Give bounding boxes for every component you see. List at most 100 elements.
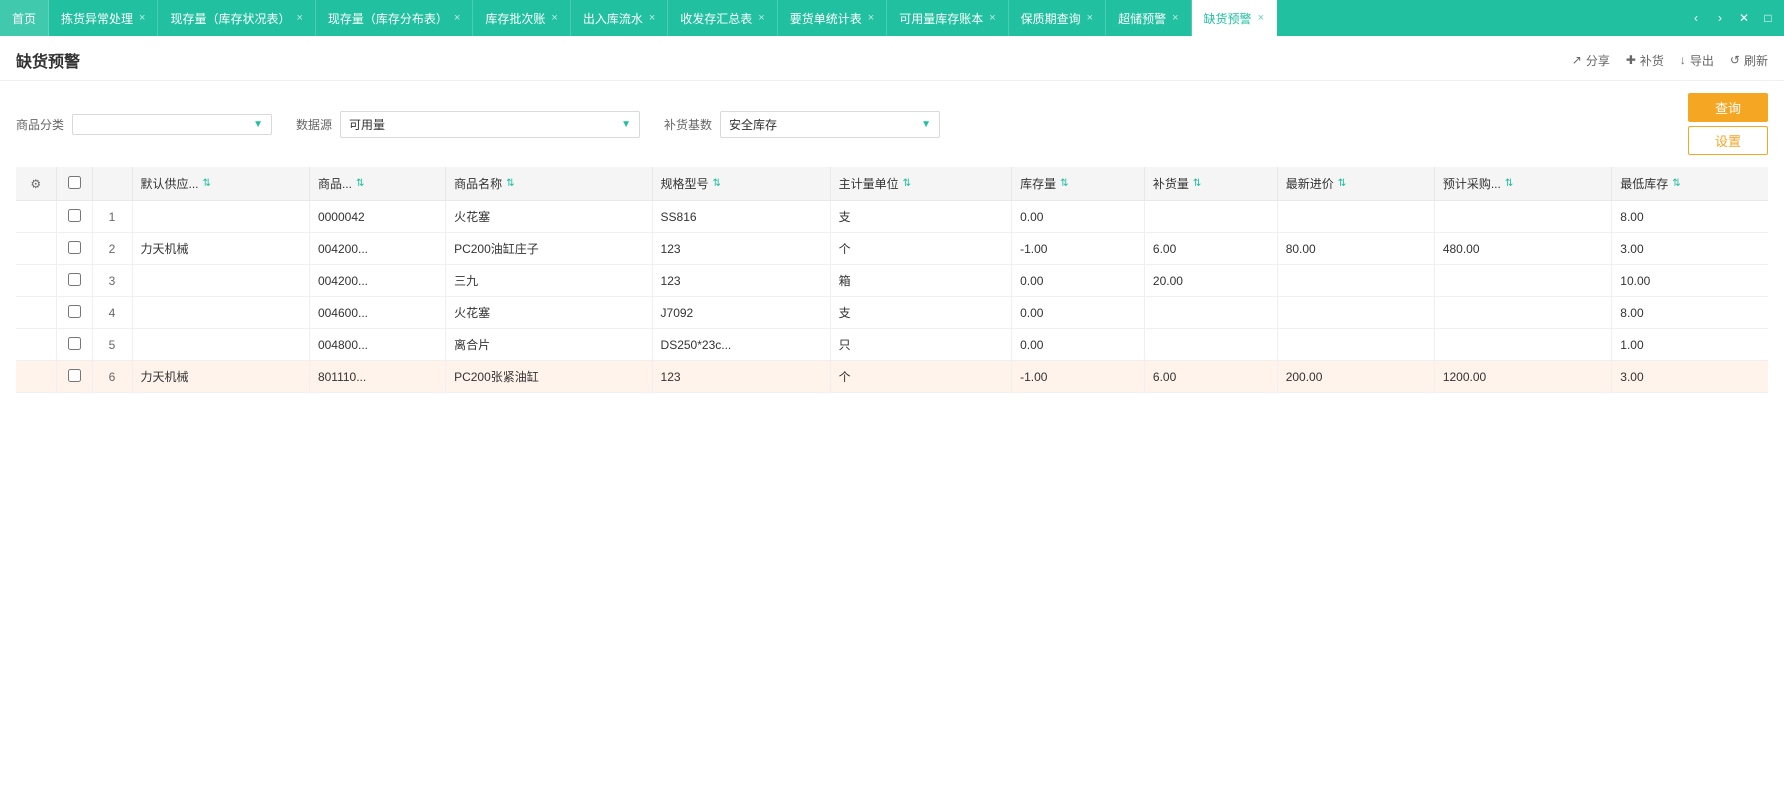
row-est-purchase <box>1434 329 1611 361</box>
data-table: ⚙ 默认供应... ⇅ 商品... <box>16 167 1768 393</box>
row-checkbox-cell <box>56 329 92 361</box>
row-stock: 0.00 <box>1012 265 1145 297</box>
refresh-button[interactable]: ↺ 刷新 <box>1730 52 1768 69</box>
row-checkbox[interactable] <box>68 273 81 286</box>
settings-gear-icon[interactable]: ⚙ <box>30 177 41 191</box>
row-checkbox-cell <box>56 201 92 233</box>
tab-scroll-right[interactable]: › <box>1708 6 1732 30</box>
datasource-arrow-icon: ▼ <box>621 119 631 130</box>
th-latest-price: 最新进价 ⇅ <box>1277 167 1434 201</box>
tab-close-all[interactable]: ✕ <box>1732 6 1756 30</box>
tab-close-stock-status[interactable]: × <box>296 12 302 24</box>
th-goods-name: 商品名称 ⇅ <box>446 167 652 201</box>
row-goods-code: 004600... <box>309 297 445 329</box>
row-replenish <box>1144 329 1277 361</box>
tab-close-shortage[interactable]: × <box>1258 12 1264 24</box>
row-checkbox[interactable] <box>68 241 81 254</box>
th-stock: 库存量 ⇅ <box>1012 167 1145 201</box>
row-settings-cell <box>16 233 56 265</box>
sort-goods-name-icon[interactable]: ⇅ <box>506 178 514 189</box>
th-checkbox <box>56 167 92 201</box>
basis-arrow-icon: ▼ <box>921 119 931 130</box>
row-unit: 个 <box>830 361 1012 393</box>
table-row: 5004800...离合片DS250*23c...只0.001.00 <box>16 329 1768 361</box>
basis-value: 安全库存 <box>729 116 777 133</box>
tab-inout[interactable]: 出入库流水× <box>571 0 668 36</box>
row-supplier <box>132 297 309 329</box>
share-icon: ↗ <box>1572 53 1582 67</box>
tab-close-exception[interactable]: × <box>139 12 145 24</box>
sort-replenish-icon[interactable]: ⇅ <box>1193 178 1201 189</box>
settings-button[interactable]: 设置 <box>1688 126 1768 155</box>
tab-close-collect[interactable]: × <box>758 12 764 24</box>
tab-close-inout[interactable]: × <box>649 12 655 24</box>
row-replenish <box>1144 297 1277 329</box>
tab-batch[interactable]: 库存批次账× <box>473 0 570 36</box>
tab-stock-status[interactable]: 现存量（库存状况表）× <box>158 0 315 36</box>
tab-exception[interactable]: 拣货异常处理 × <box>49 0 158 36</box>
row-goods-name: PC200油缸庄子 <box>446 233 652 265</box>
tab-scroll-left[interactable]: ‹ <box>1684 6 1708 30</box>
tab-close-stock-dist[interactable]: × <box>454 12 460 24</box>
row-replenish: 6.00 <box>1144 233 1277 265</box>
tab-close-demand[interactable]: × <box>868 12 874 24</box>
tab-overstock[interactable]: 超储预警× <box>1106 0 1191 36</box>
tab-home[interactable]: 首页 <box>0 0 49 36</box>
row-unit: 支 <box>830 297 1012 329</box>
sort-min-stock-icon[interactable]: ⇅ <box>1672 178 1680 189</box>
datasource-select[interactable]: 可用量 ▼ <box>340 111 640 138</box>
tab-maximize[interactable]: □ <box>1756 6 1780 30</box>
row-checkbox[interactable] <box>68 369 81 382</box>
tab-available[interactable]: 可用量库存账本 × <box>887 0 1008 36</box>
row-stock: 0.00 <box>1012 297 1145 329</box>
row-checkbox[interactable] <box>68 209 81 222</box>
page-header: 缺货预警 ↗ 分享 ✚ 补货 ↓ 导出 ↺ 刷新 <box>0 36 1784 81</box>
row-checkbox-cell <box>56 297 92 329</box>
tab-label-exception: 拣货异常处理 <box>61 10 133 27</box>
tab-close-batch[interactable]: × <box>551 12 557 24</box>
sort-goods-code-icon[interactable]: ⇅ <box>356 178 364 189</box>
row-checkbox-cell <box>56 233 92 265</box>
share-button[interactable]: ↗ 分享 <box>1572 52 1610 69</box>
category-select[interactable]: ▼ <box>72 114 272 135</box>
sort-spec-icon[interactable]: ⇅ <box>713 178 721 189</box>
basis-select[interactable]: 安全库存 ▼ <box>720 111 940 138</box>
sort-est-icon[interactable]: ⇅ <box>1505 178 1513 189</box>
sort-price-icon[interactable]: ⇅ <box>1338 178 1346 189</box>
tab-label-shortage: 缺货预警 <box>1204 10 1252 27</box>
row-supplier <box>132 201 309 233</box>
row-stock: -1.00 <box>1012 361 1145 393</box>
row-goods-code: 004800... <box>309 329 445 361</box>
tab-close-available[interactable]: × <box>989 12 995 24</box>
select-all-checkbox[interactable] <box>68 176 81 189</box>
sort-unit-icon[interactable]: ⇅ <box>903 178 911 189</box>
sort-stock-icon[interactable]: ⇅ <box>1060 178 1068 189</box>
sort-supplier-icon[interactable]: ⇅ <box>203 178 211 189</box>
row-unit: 支 <box>830 201 1012 233</box>
page-title: 缺货预警 <box>16 48 1572 72</box>
row-checkbox[interactable] <box>68 337 81 350</box>
row-checkbox[interactable] <box>68 305 81 318</box>
refresh-icon: ↺ <box>1730 53 1740 67</box>
tab-close-overstock[interactable]: × <box>1172 12 1178 24</box>
replenish-button[interactable]: ✚ 补货 <box>1626 52 1664 69</box>
row-goods-name: PC200张紧油缸 <box>446 361 652 393</box>
row-latest-price <box>1277 297 1434 329</box>
category-filter-group: 商品分类 ▼ <box>16 114 272 135</box>
th-unit: 主计量单位 ⇅ <box>830 167 1012 201</box>
tab-collect[interactable]: 收发存汇总表× <box>668 0 777 36</box>
tab-label-available: 可用量库存账本 <box>899 10 983 27</box>
th-settings: ⚙ <box>16 167 56 201</box>
tab-demand[interactable]: 要货单统计表× <box>778 0 887 36</box>
tab-shortage[interactable]: 缺货预警 × <box>1192 0 1277 36</box>
row-est-purchase <box>1434 201 1611 233</box>
tab-close-expiry[interactable]: × <box>1087 12 1093 24</box>
export-button[interactable]: ↓ 导出 <box>1680 52 1714 69</box>
tab-expiry[interactable]: 保质期查询× <box>1009 0 1106 36</box>
row-unit: 只 <box>830 329 1012 361</box>
row-replenish <box>1144 201 1277 233</box>
tab-stock-dist[interactable]: 现存量（库存分布表）× <box>316 0 473 36</box>
query-button[interactable]: 查询 <box>1688 93 1768 122</box>
row-replenish: 20.00 <box>1144 265 1277 297</box>
row-num: 6 <box>92 361 132 393</box>
